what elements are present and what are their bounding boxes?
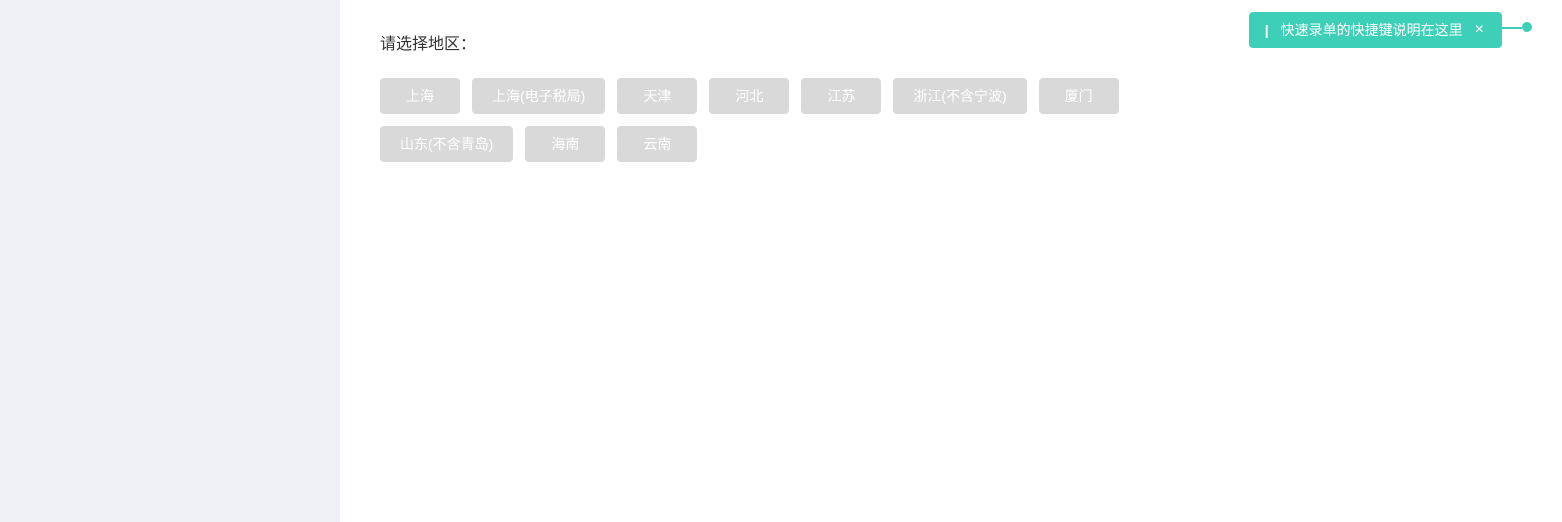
region-btn-jiangsu[interactable]: 江苏 [801, 78, 881, 114]
tooltip-close-button[interactable]: × [1473, 22, 1486, 38]
region-row-2: 山东(不含青岛) 海南 云南 [380, 126, 1522, 162]
region-btn-tianjin[interactable]: 天津 [617, 78, 697, 114]
tooltip-connector-line [1502, 27, 1522, 29]
region-btn-yunnan[interactable]: 云南 [617, 126, 697, 162]
region-btn-shanghai[interactable]: 上海 [380, 78, 460, 114]
region-btn-shandong[interactable]: 山东(不含青岛) [380, 126, 513, 162]
region-row-1: 上海 上海(电子税局) 天津 河北 江苏 浙江(不含宁波) 厦门 [380, 78, 1522, 114]
region-btn-xiamen[interactable]: 厦门 [1039, 78, 1119, 114]
left-sidebar [0, 0, 340, 522]
tooltip-connector-dot [1522, 22, 1532, 32]
tooltip-banner: 快速录单的快捷键说明在这里 × [1249, 12, 1502, 48]
region-btn-zhejiang[interactable]: 浙江(不含宁波) [893, 78, 1026, 114]
region-btn-hebei[interactable]: 河北 [709, 78, 789, 114]
region-btn-shanghai-etax[interactable]: 上海(电子税局) [472, 78, 605, 114]
tooltip-text: 快速录单的快捷键说明在这里 [1281, 20, 1463, 40]
main-content: 请选择地区： 上海 上海(电子税局) 天津 河北 江苏 浙江(不含宁波) 厦门 … [340, 0, 1562, 522]
region-btn-hainan[interactable]: 海南 [525, 126, 605, 162]
